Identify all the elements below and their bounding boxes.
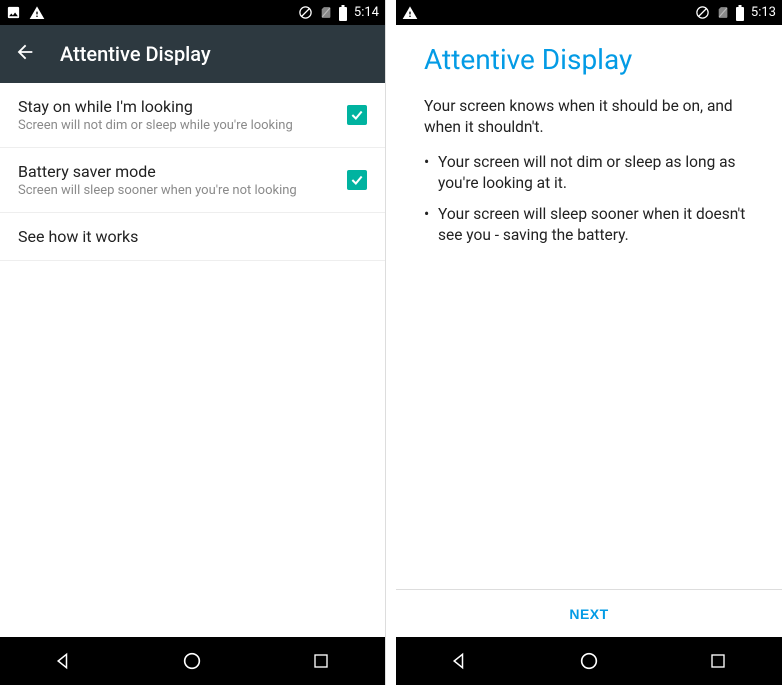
no-entry-icon: [298, 5, 313, 20]
image-icon: [6, 5, 21, 20]
settings-list: Stay on while I'm looking Screen will no…: [0, 83, 385, 637]
row-title: See how it works: [18, 227, 367, 246]
next-button[interactable]: NEXT: [569, 606, 608, 622]
row-stay-on[interactable]: Stay on while I'm looking Screen will no…: [0, 83, 385, 148]
nav-recent-icon[interactable]: [688, 652, 748, 670]
battery-icon: [338, 5, 348, 21]
nav-bar: [396, 637, 782, 685]
nav-recent-icon[interactable]: [291, 652, 351, 670]
status-bar: 5:14: [0, 0, 385, 25]
back-icon[interactable]: [14, 41, 36, 67]
row-see-how[interactable]: See how it works: [0, 213, 385, 261]
clock-text: 5:13: [751, 5, 776, 20]
warning-icon: [402, 5, 418, 21]
warning-icon: [29, 5, 45, 21]
bullet-item: Your screen will not dim or sleep as lon…: [424, 152, 754, 194]
checkbox-icon[interactable]: [347, 170, 367, 190]
intro-content: Attentive Display Your screen knows when…: [396, 25, 782, 589]
row-battery-saver[interactable]: Battery saver mode Screen will sleep soo…: [0, 148, 385, 213]
nav-home-icon[interactable]: [559, 650, 619, 672]
checkbox-icon[interactable]: [347, 105, 367, 125]
intro-text: Your screen knows when it should be on, …: [424, 96, 754, 138]
phone-right: 5:13 Attentive Display Your screen knows…: [396, 0, 782, 685]
row-title: Battery saver mode: [18, 162, 335, 181]
sim-icon: [319, 5, 332, 20]
app-bar: Attentive Display: [0, 25, 385, 83]
row-subtitle: Screen will not dim or sleep while you'r…: [18, 118, 335, 133]
footer-bar: NEXT: [396, 589, 782, 637]
bullet-list: Your screen will not dim or sleep as lon…: [424, 152, 754, 246]
page-title: Attentive Display: [424, 43, 754, 76]
nav-back-icon[interactable]: [34, 651, 94, 671]
bullet-item: Your screen will sleep sooner when it do…: [424, 204, 754, 246]
battery-icon: [735, 5, 745, 21]
page-title: Attentive Display: [60, 42, 211, 66]
row-subtitle: Screen will sleep sooner when you're not…: [18, 183, 335, 198]
status-bar: 5:13: [396, 0, 782, 25]
row-title: Stay on while I'm looking: [18, 97, 335, 116]
nav-bar: [0, 637, 385, 685]
sim-icon: [716, 5, 729, 20]
no-entry-icon: [695, 5, 710, 20]
phone-left: 5:14 Attentive Display Stay on while I'm…: [0, 0, 386, 685]
nav-home-icon[interactable]: [162, 650, 222, 672]
nav-back-icon[interactable]: [430, 651, 490, 671]
clock-text: 5:14: [354, 5, 379, 20]
